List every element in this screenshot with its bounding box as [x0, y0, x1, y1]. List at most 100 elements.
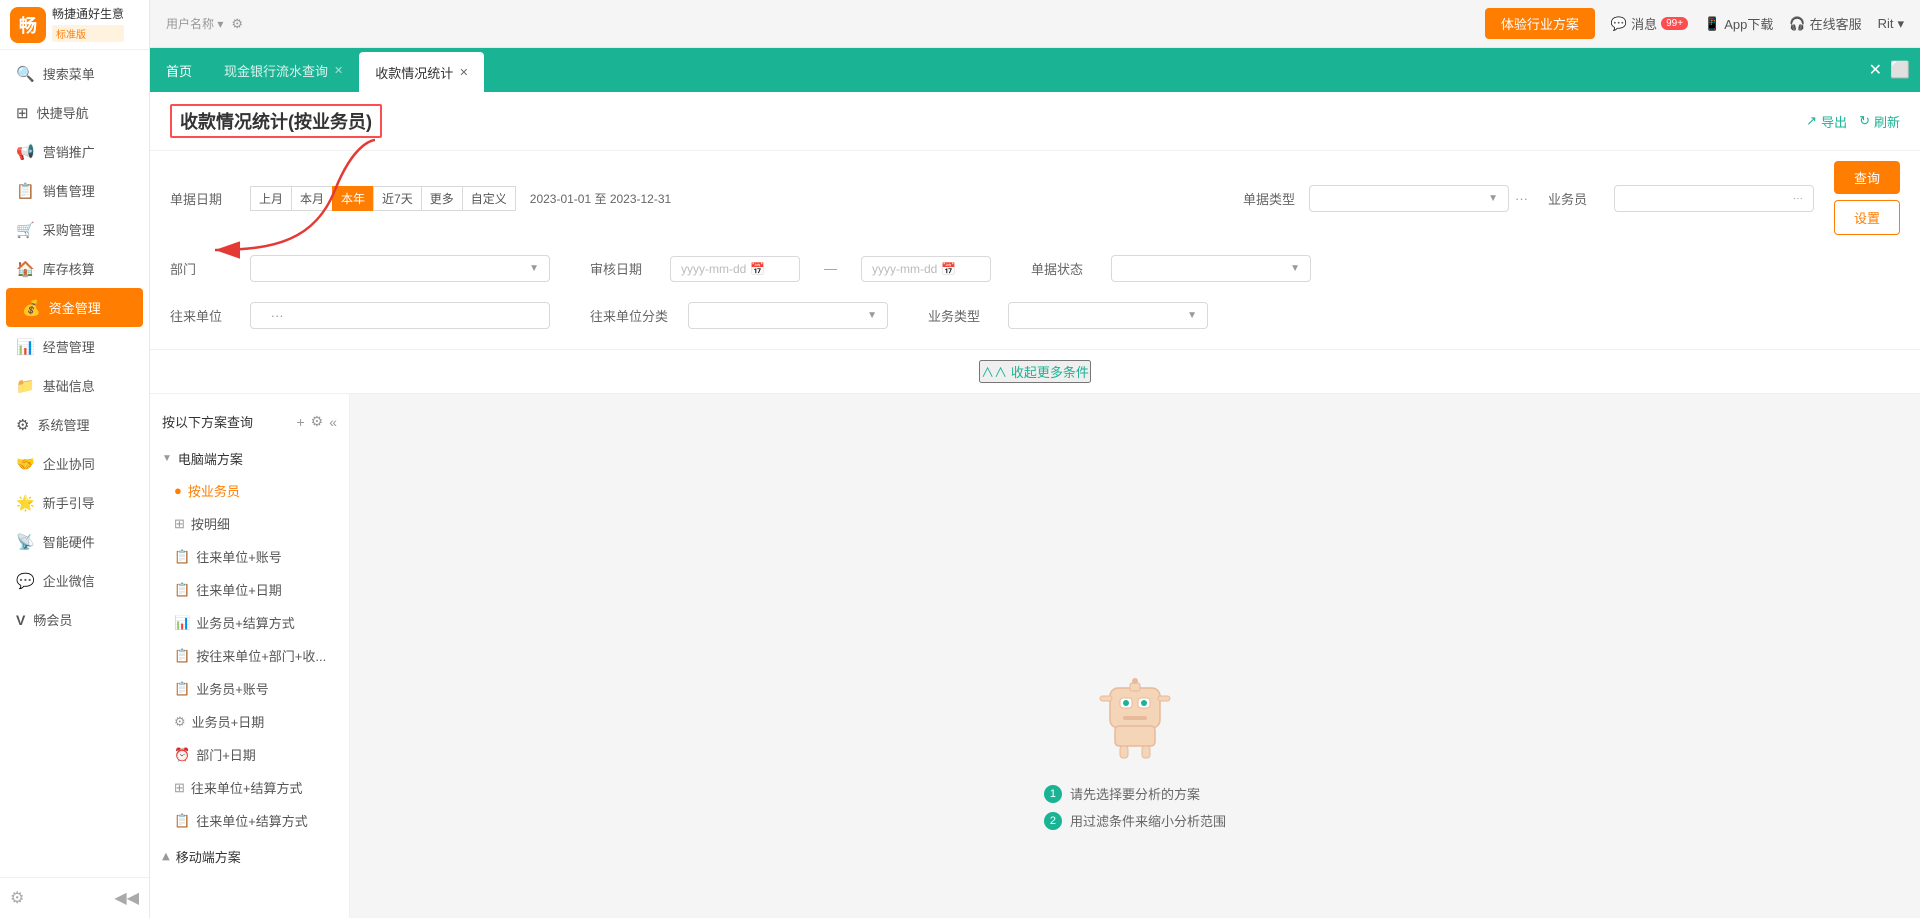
biz-type-select[interactable]: ▼ [1008, 302, 1208, 329]
doc-type-more-icon[interactable]: ··· [1515, 191, 1528, 206]
mobile-group-arrow-icon: ▶ [160, 853, 171, 861]
audit-date-from-input[interactable]: yyyy-mm-dd 📅 [670, 256, 800, 282]
sidebar-item-quicknav[interactable]: ⊞ 快捷导航 [0, 93, 149, 132]
sidebar-item-hardware[interactable]: 📡 智能硬件 [0, 522, 149, 561]
close-window-button[interactable]: ✕ [1869, 60, 1882, 80]
scheme-dept-date-icon: ⏰ [174, 747, 190, 763]
tab-receipt-close-icon[interactable]: ✕ [459, 66, 468, 79]
doc-type-select[interactable]: ▼ [1309, 185, 1509, 212]
step-item-2: 2 用过滤条件来缩小分析范围 [1044, 811, 1226, 830]
header-actions: 体验行业方案 💬 消息 99+ 📱 App下载 🎧 在线客服 Rit ▾ [1485, 8, 1904, 39]
refresh-button[interactable]: ↻ 刷新 [1859, 112, 1900, 131]
logo-name: 畅捷通好生意 [52, 7, 124, 23]
sidebar-item-search[interactable]: 🔍 搜索菜单 [0, 54, 149, 93]
filter-row-1: 单据日期 上月 本月 本年 近7天 更多 自定义 2023-01-01 至 20… [170, 151, 1900, 245]
partner-more-icon[interactable]: ··· [271, 308, 284, 323]
scheme-item-salesman-settle[interactable]: 📊 业务员+结算方式 [150, 606, 349, 639]
tab-bank[interactable]: 现金银行流水查询 ✕ [208, 48, 359, 92]
sidebar-item-operation[interactable]: 📊 经营管理 [0, 327, 149, 366]
online-service-action[interactable]: 🎧 在线客服 [1789, 14, 1861, 33]
sidebar-item-marketing[interactable]: 📢 营销推广 [0, 132, 149, 171]
panel-add-button[interactable]: + [296, 414, 304, 430]
sidebar-item-sales[interactable]: 📋 销售管理 [0, 171, 149, 210]
sidebar-item-enterprise[interactable]: 🤝 企业协同 [0, 444, 149, 483]
page-title: 收款情况统计(按业务员) [170, 104, 382, 138]
sales-icon: 📋 [16, 182, 35, 200]
date-tab-custom[interactable]: 自定义 [462, 186, 516, 211]
sidebar-item-system[interactable]: ⚙ 系统管理 [0, 405, 149, 444]
username-display[interactable]: Rit ▾ [1878, 16, 1904, 32]
doc-status-label: 单据状态 [1031, 259, 1091, 278]
maximize-window-button[interactable]: ⬜ [1890, 60, 1910, 80]
username-text: Rit [1878, 16, 1894, 31]
desktop-group-label: 电脑端方案 [178, 449, 243, 468]
user-chevron-icon: ▾ [1897, 16, 1904, 32]
collapse-bar[interactable]: ∧∧ 收起更多条件 [150, 350, 1920, 394]
purchase-icon: 🛒 [16, 221, 35, 239]
partner-category-select[interactable]: ▼ [688, 302, 888, 329]
scheme-partner-account-icon: 📋 [174, 549, 190, 565]
scheme-item-partner-account[interactable]: 📋 往来单位+账号 [150, 540, 349, 573]
scheme-item-dept-date[interactable]: ⏰ 部门+日期 [150, 738, 349, 771]
sidebar-item-basic[interactable]: 📁 基础信息 [0, 366, 149, 405]
scheme-item-partner-date[interactable]: 📋 往来单位+日期 [150, 573, 349, 606]
biz-type-chevron-icon: ▼ [1187, 310, 1197, 321]
tab-receipt[interactable]: 收款情况统计 ✕ [359, 52, 484, 92]
collapse-icon: ∧∧ [981, 365, 1007, 380]
message-action[interactable]: 💬 消息 99+ [1611, 14, 1688, 33]
panel-header-actions: + ⚙ « [296, 413, 337, 430]
left-panel: 按以下方案查询 + ⚙ « ▼ 电脑端方案 ● 按业务员 [150, 394, 350, 918]
partner-select[interactable]: ··· [250, 302, 550, 329]
query-button[interactable]: 查询 [1834, 161, 1900, 194]
export-button[interactable]: ↗ 导出 [1806, 112, 1847, 131]
desktop-group-title[interactable]: ▼ 电脑端方案 [150, 443, 349, 474]
scheme-item-salesman-account[interactable]: 📋 业务员+账号 [150, 672, 349, 705]
date-tab-this-year[interactable]: 本年 [332, 186, 373, 211]
guide-icon: 🌟 [16, 494, 35, 512]
settings-button[interactable]: 设置 [1834, 200, 1900, 235]
date-separator: — [820, 261, 841, 276]
sidebar-item-member[interactable]: V 畅会员 [0, 600, 149, 639]
sidebar-item-wechat[interactable]: 💬 企业微信 [0, 561, 149, 600]
date-tab-7days[interactable]: 近7天 [373, 186, 421, 211]
scheme-item-by-salesman[interactable]: ● 按业务员 [150, 474, 349, 507]
calendar-icon: 📅 [750, 262, 765, 276]
scheme-item-partner-settle1[interactable]: ⊞ 往来单位+结算方式 [150, 771, 349, 804]
mobile-group-title[interactable]: ▶ 移动端方案 [150, 841, 349, 872]
trial-button[interactable]: 体验行业方案 [1485, 8, 1595, 39]
dept-select[interactable]: ▼ [250, 255, 550, 282]
sidebar-item-capital[interactable]: 💰 资金管理 [6, 288, 143, 327]
logo-tag: 标准版 [52, 25, 124, 42]
panel-settings-button[interactable]: ⚙ [311, 413, 324, 430]
doc-type-control: 单据类型 ▼ ··· [1243, 185, 1528, 212]
logo-icon: 畅 [10, 7, 46, 43]
app-download-label: App下载 [1724, 14, 1773, 33]
date-tab-this-month[interactable]: 本月 [291, 186, 332, 211]
message-badge: 99+ [1661, 17, 1688, 30]
empty-state: 1 请先选择要分析的方案 2 用过滤条件来缩小分析范围 [1044, 668, 1226, 838]
date-tab-more[interactable]: 更多 [421, 186, 462, 211]
scheme-salesman-icon: ● [174, 483, 182, 498]
tab-home[interactable]: 首页 [150, 48, 208, 92]
panel-collapse-button[interactable]: « [329, 414, 337, 430]
scheme-item-salesman-date[interactable]: ⚙ 业务员+日期 [150, 705, 349, 738]
scheme-item-partner-settle2[interactable]: 📋 往来单位+结算方式 [150, 804, 349, 837]
tab-bank-close-icon[interactable]: ✕ [334, 64, 343, 77]
salesman-select[interactable]: ··· [1614, 185, 1814, 212]
footer-collapse-icon[interactable]: ◀◀ [114, 888, 139, 908]
sidebar-item-guide[interactable]: 🌟 新手引导 [0, 483, 149, 522]
scheme-item-by-detail[interactable]: ⊞ 按明细 [150, 507, 349, 540]
doc-status-select[interactable]: ▼ [1111, 255, 1311, 282]
dept-chevron-icon: ▼ [529, 263, 539, 274]
home-icon: ⊞ [16, 104, 29, 122]
collapse-button[interactable]: ∧∧ 收起更多条件 [979, 360, 1091, 383]
date-tab-last-month[interactable]: 上月 [250, 186, 291, 211]
left-panel-header: 按以下方案查询 + ⚙ « [150, 404, 349, 439]
footer-settings-icon[interactable]: ⚙ [10, 888, 24, 908]
app-download-action[interactable]: 📱 App下载 [1704, 14, 1773, 33]
audit-date-to-input[interactable]: yyyy-mm-dd 📅 [861, 256, 991, 282]
sidebar-item-inventory[interactable]: 🏠 库存核算 [0, 249, 149, 288]
scheme-item-partner-dept[interactable]: 📋 按往来单位+部门+收... [150, 639, 349, 672]
settings-gear-icon[interactable]: ⚙ [231, 16, 243, 32]
sidebar-item-purchase[interactable]: 🛒 采购管理 [0, 210, 149, 249]
